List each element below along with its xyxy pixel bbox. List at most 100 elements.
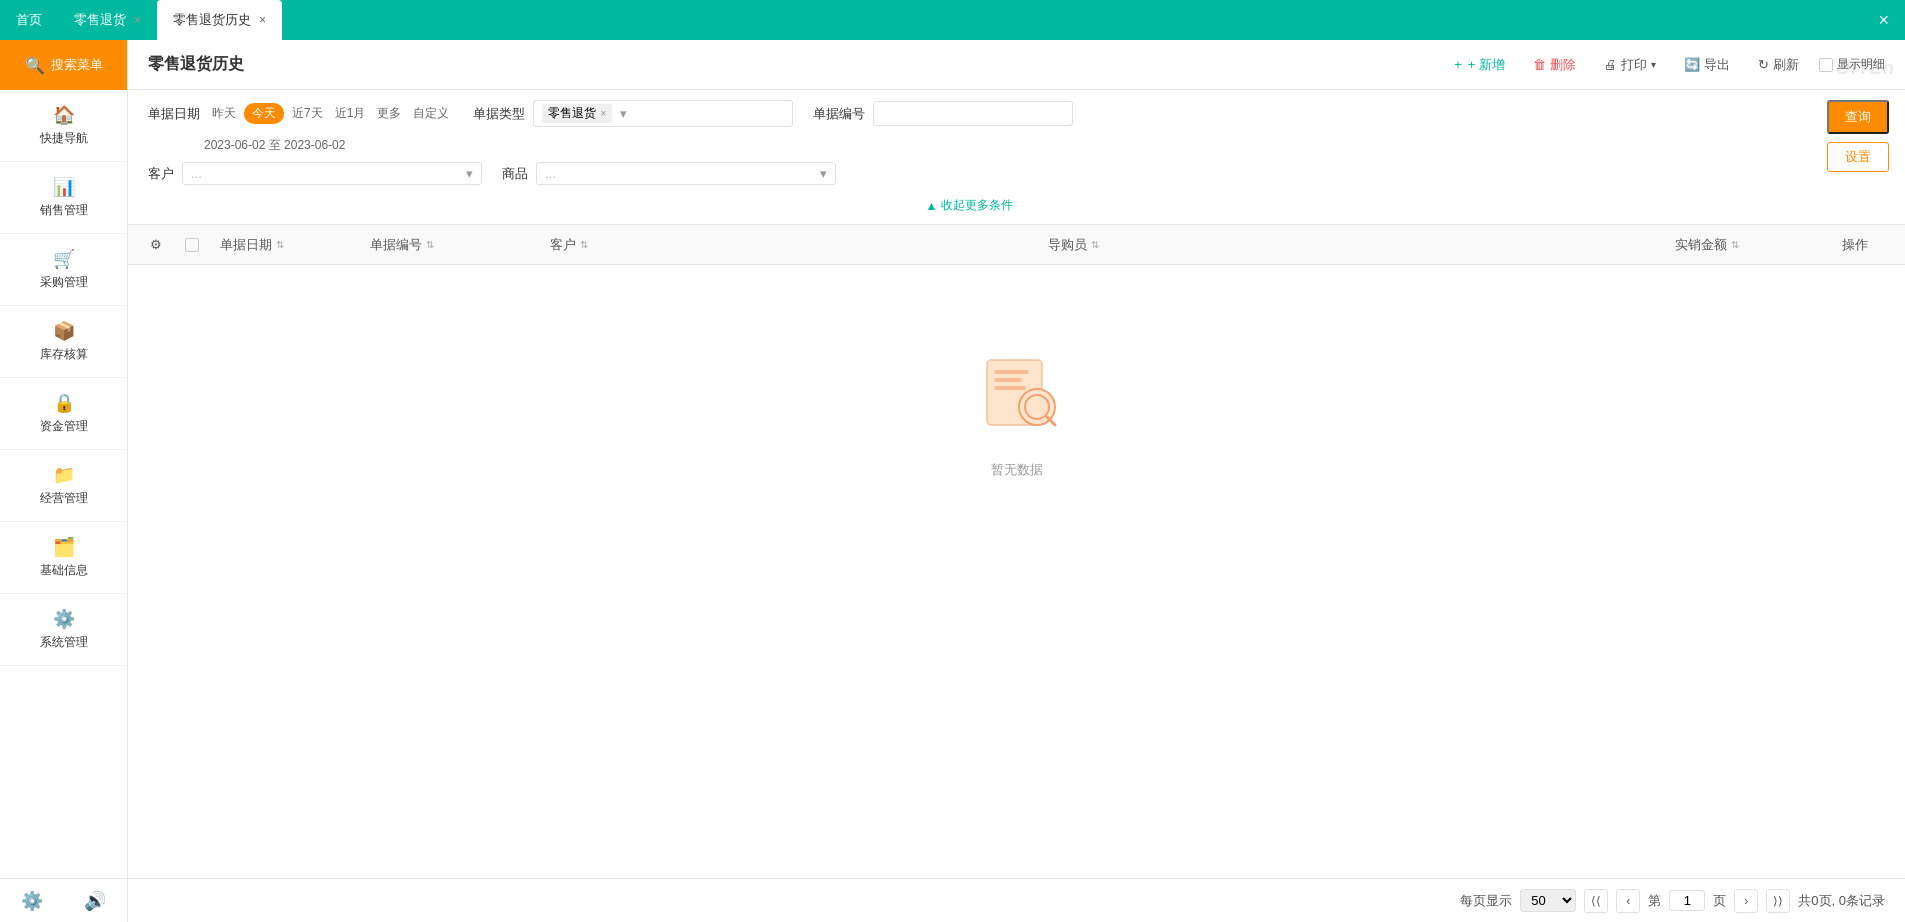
window-close-btn[interactable]: × [1878,10,1889,31]
filter-row-1: 单据日期 昨天 今天 近7天 近1月 更多 自定义 单据类型 [148,100,1791,127]
page-next-btn[interactable]: › [1734,889,1758,913]
goods-select[interactable]: ... ▾ [536,162,836,185]
collapse-button[interactable]: ▲ 收起更多条件 [926,197,1014,214]
page-size-label: 每页显示 [1460,892,1512,910]
date-filter-group: 单据日期 昨天 今天 近7天 近1月 更多 自定义 [148,103,453,124]
refresh-button[interactable]: ↻ 刷新 [1750,52,1807,78]
doctype-select[interactable]: 零售退货 × ▾ [533,100,793,127]
th-amount[interactable]: 实销金额 ⇅ [1665,236,1815,254]
sidebar-item-operation-label: 经营管理 [40,490,88,507]
table-container: ⚙ 单据日期 ⇅ 单据编号 ⇅ 客户 ⇅ 导购员 ⇅ [128,225,1905,878]
search-icon: 🔍 [25,56,45,75]
tab-retail-return-history[interactable]: 零售退货历史 × [157,0,282,40]
page-first-btn[interactable]: ⟨⟨ [1584,889,1608,913]
sidebar-item-shortcut[interactable]: 🏠 快捷导航 [0,90,127,162]
th-amount-label: 实销金额 [1675,236,1727,254]
export-icon: 🔄 [1684,57,1700,72]
sidebar-search[interactable]: 🔍 搜索菜单 [0,40,127,90]
customer-placeholder: ... [191,166,202,181]
date-buttons: 昨天 今天 近7天 近1月 更多 自定义 [208,103,453,124]
page-input[interactable] [1669,890,1705,911]
docsn-filter-group: 单据编号 [813,101,1073,126]
page-title: 零售退货历史 [148,54,244,75]
delete-button[interactable]: 🗑 删除 [1525,52,1584,78]
toolbar: + + 新增 🗑 删除 🖨 打印 ▾ 🔄 导出 ↻ [1446,52,1885,78]
customer-filter-group: 客户 ... ▾ [148,162,482,185]
th-sn[interactable]: 单据编号 ⇅ [360,236,540,254]
delete-label: 删除 [1550,56,1576,74]
tab-home[interactable]: 首页 [0,0,58,40]
content-area: 零售退货历史 + + 新增 🗑 删除 🖨 打印 ▾ 🔄 导出 [128,40,1905,922]
main-layout: 🔍 搜索菜单 🏠 快捷导航 📊 销售管理 🛒 采购管理 📦 库存核算 🔒 [0,40,1905,922]
th-guide[interactable]: 导购员 ⇅ [1038,236,1188,254]
date-btn-yesterday[interactable]: 昨天 [208,103,240,124]
display-detail-toggle[interactable]: 显示明细 [1819,56,1885,73]
print-button[interactable]: 🖨 打印 ▾ [1596,52,1664,78]
sidebar-search-label: 搜索菜单 [51,56,103,74]
sidebar-item-inventory[interactable]: 📦 库存核算 [0,306,127,378]
new-label: + 新增 [1468,56,1505,74]
sales-icon: 📊 [53,176,75,198]
check-all-checkbox[interactable] [185,238,199,252]
sidebar-item-basic[interactable]: 🗂️ 基础信息 [0,522,127,594]
collapse-up-icon: ▲ [926,199,938,213]
th-customer[interactable]: 客户 ⇅ [540,236,1038,254]
svg-rect-3 [994,386,1026,390]
sidebar: 🔍 搜索菜单 🏠 快捷导航 📊 销售管理 🛒 采购管理 📦 库存核算 🔒 [0,40,128,922]
customer-select[interactable]: ... ▾ [182,162,482,185]
page-last-btn[interactable]: ⟩⟩ [1766,889,1790,913]
sidebar-item-operation[interactable]: 📁 经营管理 [0,450,127,522]
total-info: 共0页, 0条记录 [1798,892,1885,910]
date-btn-1month[interactable]: 近1月 [331,103,370,124]
page-prev-btn[interactable]: ‹ [1616,889,1640,913]
finance-icon: 🔒 [53,392,75,414]
inventory-icon: 📦 [53,320,75,342]
th-date[interactable]: 单据日期 ⇅ [210,236,360,254]
goods-filter-group: 商品 ... ▾ [502,162,836,185]
sidebar-nav: 🏠 快捷导航 📊 销售管理 🛒 采购管理 📦 库存核算 🔒 资金管理 📁 [0,90,127,878]
display-detail-checkbox[interactable] [1819,58,1833,72]
tab-retail-return-close[interactable]: × [134,13,141,27]
tab-retail-return-history-close[interactable]: × [259,13,266,27]
empty-text: 暂无数据 [991,461,1043,479]
th-op-label: 操作 [1842,236,1868,254]
sidebar-item-shortcut-label: 快捷导航 [40,130,88,147]
page-header: 零售退货历史 + + 新增 🗑 删除 🖨 打印 ▾ 🔄 导出 [128,40,1905,90]
delete-icon: 🗑 [1533,57,1546,72]
empty-illustration [967,345,1067,445]
filter-row-2: 客户 ... ▾ 商品 ... ▾ [148,162,1791,185]
date-btn-more[interactable]: 更多 [373,103,405,124]
doctype-tag-close[interactable]: × [600,108,606,119]
sidebar-item-system-label: 系统管理 [40,634,88,651]
tab-retail-return[interactable]: 零售退货 × [58,0,157,40]
settings-bottom-icon[interactable]: ⚙️ [21,890,43,912]
docsn-input[interactable] [873,101,1073,126]
sidebar-item-finance[interactable]: 🔒 资金管理 [0,378,127,450]
date-btn-custom[interactable]: 自定义 [409,103,453,124]
filter-bar: 单据日期 昨天 今天 近7天 近1月 更多 自定义 单据类型 [128,90,1811,224]
display-detail-label: 显示明细 [1837,56,1885,73]
th-guide-sort-icon: ⇅ [1091,239,1099,250]
volume-bottom-icon[interactable]: 🔊 [84,890,106,912]
sidebar-item-sales[interactable]: 📊 销售管理 [0,162,127,234]
sidebar-bottom: ⚙️ 🔊 [0,878,127,922]
query-button[interactable]: 查询 [1827,100,1889,134]
date-btn-today[interactable]: 今天 [244,103,284,124]
print-icon: 🖨 [1604,57,1617,72]
table-settings-icon[interactable]: ⚙ [138,237,174,252]
th-amount-sort-icon: ⇅ [1731,239,1739,250]
sidebar-item-system[interactable]: ⚙️ 系统管理 [0,594,127,666]
export-button[interactable]: 🔄 导出 [1676,52,1738,78]
collapse-row: ▲ 收起更多条件 [148,193,1791,214]
set-button[interactable]: 设置 [1827,142,1889,172]
th-customer-label: 客户 [550,236,576,254]
table-check-all[interactable] [174,238,210,252]
sidebar-item-finance-label: 资金管理 [40,418,88,435]
tab-home-label: 首页 [16,11,42,29]
sidebar-item-purchase[interactable]: 🛒 采购管理 [0,234,127,306]
page-size-select[interactable]: 50 10 20 100 [1520,889,1576,912]
date-btn-7days[interactable]: 近7天 [288,103,327,124]
doctype-arrow-icon: ▾ [620,106,627,121]
new-button[interactable]: + + 新增 [1446,52,1513,78]
home-icon: 🏠 [53,104,75,126]
